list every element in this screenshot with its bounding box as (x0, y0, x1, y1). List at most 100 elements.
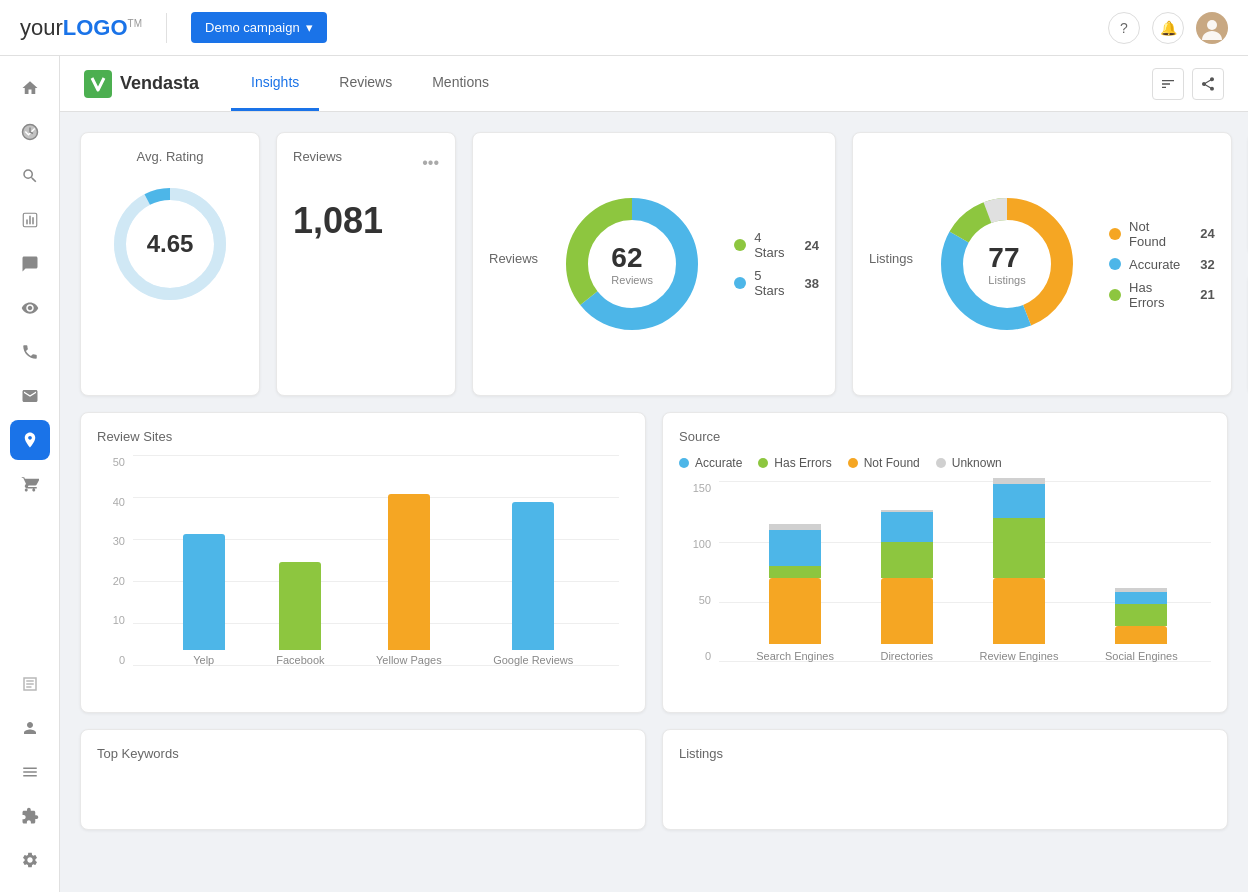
search-engines-label: Search Engines (756, 650, 834, 662)
sidebar-table[interactable] (10, 664, 50, 704)
legend-accurate-dot (1109, 258, 1121, 270)
source-legend-notfound: Not Found (848, 456, 920, 470)
source-accurate-label: Accurate (695, 456, 742, 470)
help-button[interactable]: ? (1108, 12, 1140, 44)
directories-label: Directories (880, 650, 933, 662)
avg-rating-donut: 4.65 (110, 184, 230, 304)
avg-rating-value: 4.65 (147, 230, 194, 258)
logo-text: yourLOGOTM (20, 15, 142, 41)
sidebar-list[interactable] (10, 752, 50, 792)
reviews-count-value: 1,081 (293, 200, 439, 242)
bar-yelp: Yelp (183, 534, 225, 666)
logo-area: yourLOGOTM Demo campaign ▾ (20, 12, 327, 43)
y-label-0: 0 (97, 654, 131, 666)
sidebar-reports[interactable] (10, 112, 50, 152)
sidebar-chat[interactable] (10, 244, 50, 284)
legend-notfound-value: 24 (1188, 226, 1214, 241)
legend-haserrors: Has Errors 21 (1109, 280, 1215, 310)
reviews-count-header: Reviews ••• (293, 149, 439, 176)
bar-facebook-fill (279, 562, 321, 650)
sidebar-search[interactable] (10, 156, 50, 196)
demo-campaign-button[interactable]: Demo campaign ▾ (191, 12, 327, 43)
source-y-50: 50 (679, 594, 717, 606)
social-notfound (1115, 626, 1167, 644)
svg-point-1 (1207, 20, 1217, 30)
source-card: Source Accurate Has Errors Not Found (662, 412, 1228, 713)
review-notfound (993, 578, 1045, 644)
stacked-social-bar (1115, 588, 1167, 644)
page-tabs: Insights Reviews Mentions (231, 56, 509, 111)
tab-reviews[interactable]: Reviews (319, 56, 412, 111)
reviews-donut-center: 62 Reviews (611, 242, 653, 286)
listings-bottom-card: Listings (662, 729, 1228, 830)
reviews-donut-svg-container: 62 Reviews (562, 194, 702, 334)
row-3: Top Keywords Listings (80, 729, 1228, 830)
source-legend-unknown: Unknown (936, 456, 1002, 470)
source-notfound-label: Not Found (864, 456, 920, 470)
notifications-button[interactable]: 🔔 (1152, 12, 1184, 44)
source-unknown-dot (936, 458, 946, 468)
y-label-50: 50 (97, 456, 131, 468)
tab-mentions[interactable]: Mentions (412, 56, 509, 111)
legend-4stars: 4 Stars 24 (734, 230, 819, 260)
dashboard: Avg. Rating 4.65 Reviews ••• 1,081 (60, 112, 1248, 850)
avg-rating-title: Avg. Rating (137, 149, 204, 164)
sidebar-settings[interactable] (10, 840, 50, 850)
bar-yelp-fill (183, 534, 225, 650)
stacked-directories-bar (881, 510, 933, 644)
sidebar-home[interactable] (10, 68, 50, 108)
listings-donut-svg-container: 77 Listings (937, 194, 1077, 334)
legend-accurate: Accurate 32 (1109, 257, 1215, 272)
top-keywords-card: Top Keywords (80, 729, 646, 830)
review-haserrors (993, 518, 1045, 578)
legend-haserrors-label: Has Errors (1129, 280, 1180, 310)
dir-haserrors (881, 542, 933, 578)
bar-yellowpages: Yellow Pages (376, 494, 442, 666)
sidebar-phone[interactable] (10, 332, 50, 372)
sidebar-mail[interactable] (10, 376, 50, 416)
more-icon[interactable]: ••• (422, 154, 439, 172)
top-nav: yourLOGOTM Demo campaign ▾ ? 🔔 (0, 0, 1248, 56)
listings-donut-area: 77 Listings Not Found 24 Accurate (937, 186, 1215, 342)
sidebar-location[interactable] (10, 420, 50, 460)
reviews-count-card: Reviews ••• 1,081 (276, 132, 456, 396)
legend-accurate-value: 32 (1188, 257, 1214, 272)
legend-4stars-label: 4 Stars (754, 230, 784, 260)
sidebar-analytics[interactable] (10, 200, 50, 240)
source-accurate-dot (679, 458, 689, 468)
legend-5stars-value: 38 (792, 276, 818, 291)
review-sites-card: Review Sites 0 10 20 (80, 412, 646, 713)
dir-notfound (881, 578, 933, 644)
search-notfound (769, 578, 821, 644)
y-label-10: 10 (97, 614, 131, 626)
avatar[interactable] (1196, 12, 1228, 44)
page-header-actions (1152, 68, 1224, 100)
reviews-donut-title: Reviews (489, 251, 538, 266)
source-y-100: 100 (679, 538, 717, 550)
tab-insights[interactable]: Insights (231, 56, 319, 111)
legend-haserrors-value: 21 (1188, 287, 1214, 302)
sidebar-cart[interactable] (10, 464, 50, 504)
legend-4stars-value: 24 (792, 238, 818, 253)
legend-5stars: 5 Stars 38 (734, 268, 819, 298)
columns-button[interactable] (1152, 68, 1184, 100)
listings-bottom-title: Listings (679, 746, 1211, 761)
stacked-social-engines: Social Engines (1105, 588, 1178, 662)
social-accurate (1115, 592, 1167, 604)
share-button[interactable] (1192, 68, 1224, 100)
top-keywords-title: Top Keywords (97, 746, 629, 761)
review-sites-chart: 0 10 20 30 40 50 Yelp (97, 456, 629, 696)
sidebar-plugin[interactable] (10, 796, 50, 836)
stacked-search-bar (769, 524, 821, 644)
sidebar-user[interactable] (10, 708, 50, 748)
bar-google-fill (512, 502, 554, 650)
source-y-axis: 0 50 100 150 (679, 482, 717, 662)
review-sites-bars: Yelp Facebook Yellow Pages Google R (137, 456, 619, 666)
bar-yellowpages-label: Yellow Pages (376, 654, 442, 666)
brand-name: Vendasta (120, 73, 199, 94)
legend-notfound: Not Found 24 (1109, 219, 1215, 249)
review-accurate (993, 484, 1045, 518)
left-sidebar (0, 56, 60, 850)
sidebar-mentions[interactable] (10, 288, 50, 328)
source-bars-area: Search Engines Directories (723, 482, 1211, 662)
